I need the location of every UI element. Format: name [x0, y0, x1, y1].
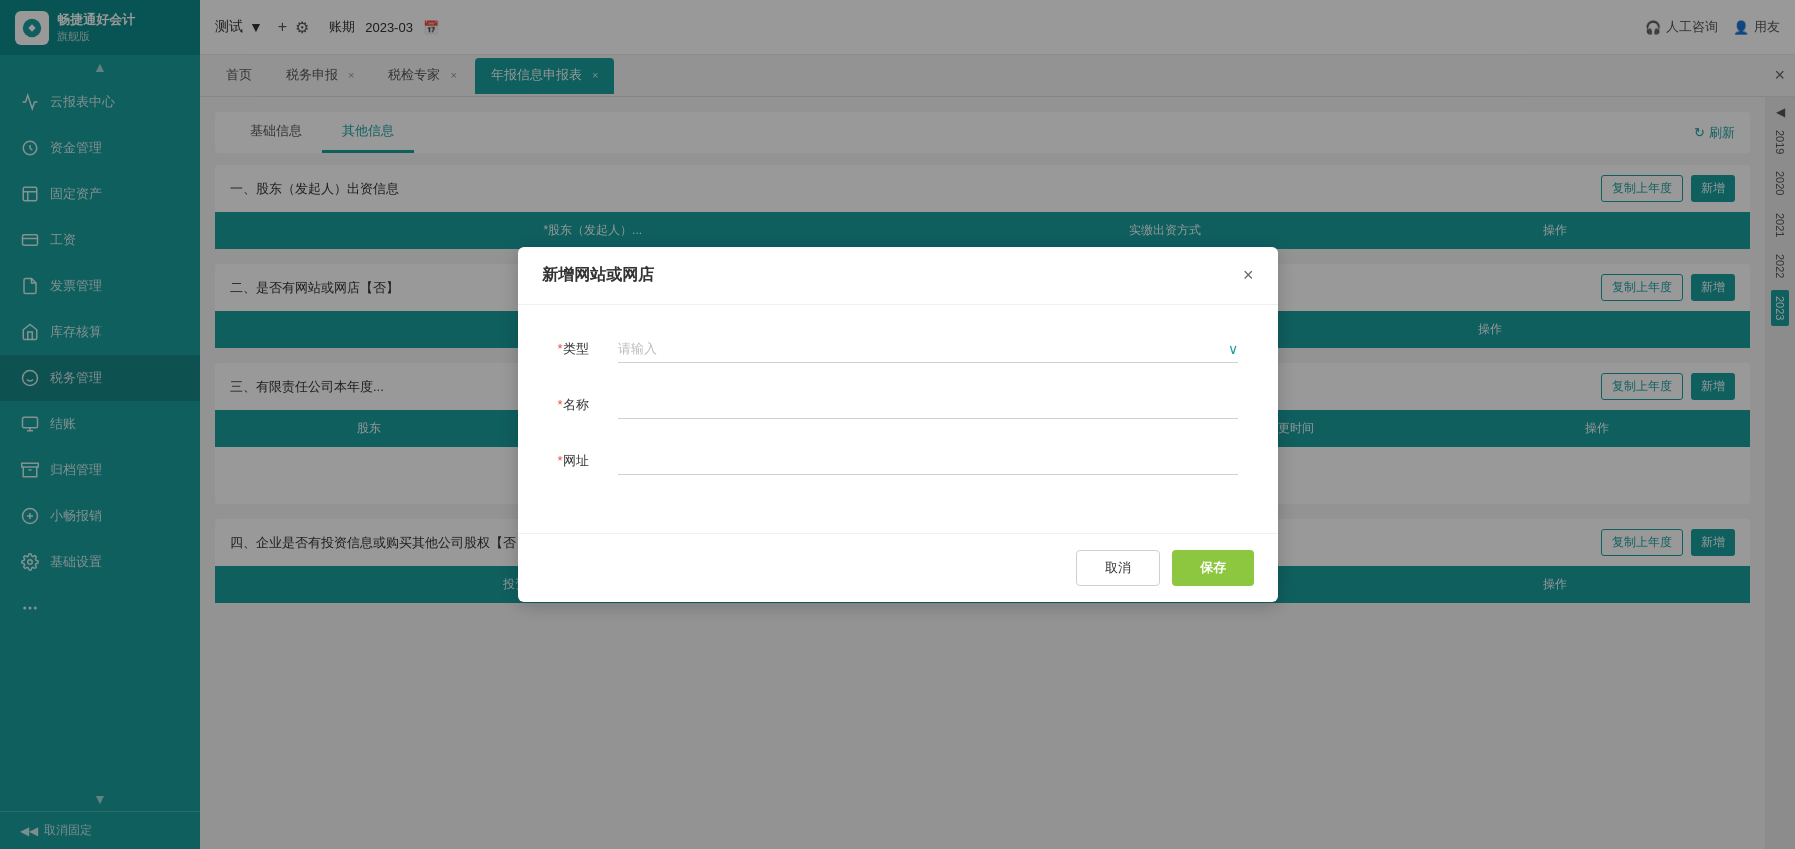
- form-field-url: *网址: [558, 447, 1238, 475]
- type-input[interactable]: [618, 335, 1238, 363]
- modal-overlay: 新增网站或网店 × *类型 ∨ *名称: [0, 0, 1795, 849]
- modal-add-website: 新增网站或网店 × *类型 ∨ *名称: [518, 247, 1278, 602]
- save-button[interactable]: 保存: [1172, 550, 1254, 586]
- modal-header: 新增网站或网店 ×: [518, 247, 1278, 305]
- url-input[interactable]: [618, 447, 1238, 475]
- url-label: *网址: [558, 452, 618, 470]
- url-label-text: 网址: [563, 453, 589, 468]
- cancel-button[interactable]: 取消: [1076, 550, 1160, 586]
- modal-title: 新增网站或网店: [542, 265, 654, 286]
- type-input-wrap: ∨: [618, 335, 1238, 363]
- modal-close-button[interactable]: ×: [1243, 265, 1254, 286]
- type-label: *类型: [558, 340, 618, 358]
- type-label-text: 类型: [563, 341, 589, 356]
- name-input-wrap: [618, 391, 1238, 419]
- form-field-type: *类型 ∨: [558, 335, 1238, 363]
- url-input-wrap: [618, 447, 1238, 475]
- modal-body: *类型 ∨ *名称 *网址: [518, 305, 1278, 533]
- modal-footer: 取消 保存: [518, 533, 1278, 602]
- name-label-text: 名称: [563, 397, 589, 412]
- name-input[interactable]: [618, 391, 1238, 419]
- name-label: *名称: [558, 396, 618, 414]
- type-dropdown-icon[interactable]: ∨: [1228, 341, 1238, 357]
- form-field-name: *名称: [558, 391, 1238, 419]
